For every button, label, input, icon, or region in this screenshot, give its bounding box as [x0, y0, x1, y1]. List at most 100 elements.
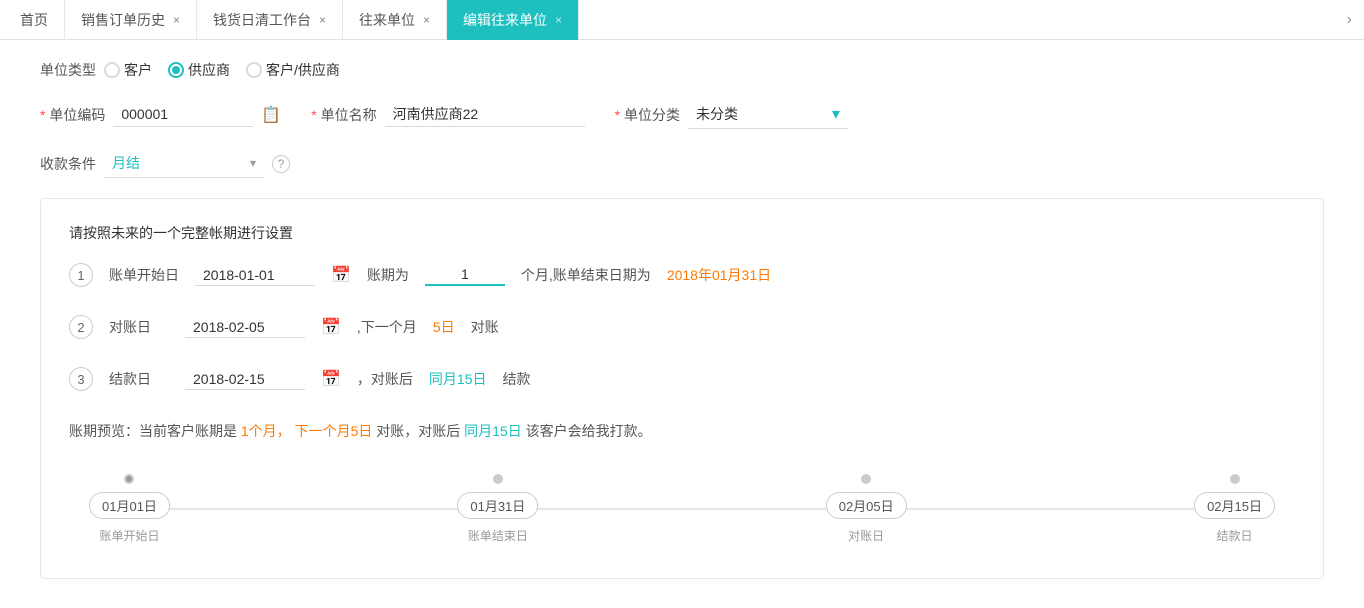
tl-dot-1: [124, 474, 134, 484]
tab-edit-related-unit[interactable]: 编辑往来单位 ×: [447, 0, 579, 40]
tab-home[interactable]: 首页: [0, 0, 65, 40]
radio-both-circle: [246, 62, 262, 78]
step-row-1: 1 账单开始日 2018-01-01 📅 账期为 个月,账单结束日期为 2018…: [69, 263, 1295, 287]
preview-suffix: 该客户会给我打款。: [526, 423, 652, 439]
step-row-2: 2 对账日 2018-02-05 📅 ,下一个月 5日 对账: [69, 315, 1295, 339]
step-number-1: 1: [69, 263, 93, 287]
step-row-3: 3 结款日 2018-02-15 📅 ，对账后 同月15日 结款: [69, 367, 1295, 391]
preview-text: 账期预览：当前客户账期是 1个月， 下一个月5日 对账，对账后 同月15日 该客…: [69, 419, 1295, 444]
tl-dot-3: [861, 474, 871, 484]
tab-cash-daily-close[interactable]: ×: [319, 13, 326, 27]
unit-code-input[interactable]: [113, 102, 253, 127]
tab-related-unit-label: 往来单位: [359, 10, 415, 30]
step-period-unit: 个月,账单结束日期为: [521, 265, 651, 285]
tl-badge-2: 01月31日: [457, 492, 538, 519]
timeline-point-2: 01月31日 账单结束日: [457, 474, 538, 544]
tab-edit-related-unit-close[interactable]: ×: [555, 13, 562, 27]
step-date-3: 2018-02-15: [185, 369, 305, 390]
unit-code-doc-icon[interactable]: 📋: [261, 105, 281, 125]
step-2-prefix: ,下一个月: [357, 317, 417, 337]
settings-card: 请按照未来的一个完整帐期进行设置 1 账单开始日 2018-01-01 📅 账期…: [40, 198, 1324, 579]
unit-code-group: 单位编码 📋: [40, 102, 281, 127]
step-date-1: 2018-01-01: [195, 265, 315, 286]
unit-class-group: 单位分类 未分类 ▾: [615, 100, 848, 129]
tab-home-label: 首页: [20, 10, 48, 30]
tab-related-unit-close[interactable]: ×: [423, 13, 430, 27]
preview-part2: 下一个月5日: [295, 423, 373, 439]
tl-badge-1: 01月01日: [89, 492, 170, 519]
main-content: 单位类型 客户 供应商 客户/供应商 单位编码 📋: [0, 40, 1364, 608]
unit-class-value: 未分类: [696, 104, 832, 124]
step-label-1: 账单开始日: [109, 265, 179, 285]
timeline-point-3: 02月05日 对账日: [826, 474, 907, 544]
card-title: 请按照未来的一个完整帐期进行设置: [69, 223, 1295, 243]
payment-terms-row: 收款条件 月结 ▾ ?: [40, 149, 1324, 178]
radio-customer[interactable]: 客户: [104, 60, 152, 80]
step-2-after: 对账: [471, 317, 499, 337]
payment-terms-label: 收款条件: [40, 154, 96, 174]
step-number-2: 2: [69, 315, 93, 339]
unit-type-row: 单位类型 客户 供应商 客户/供应商: [40, 60, 1324, 80]
period-input[interactable]: [425, 264, 505, 286]
step-number-3: 3: [69, 367, 93, 391]
timeline-wrapper: 01月01日 账单开始日 01月31日 账单结束日 02月05日 对账日: [69, 464, 1295, 554]
payment-terms-help-icon[interactable]: ?: [272, 155, 290, 173]
tab-sales-history-close[interactable]: ×: [173, 13, 180, 27]
tl-dot-2: [493, 474, 503, 484]
payment-terms-arrow-icon: ▾: [250, 156, 256, 170]
step-2-highlight: 5日: [433, 317, 455, 337]
step-3-prefix: ，对账后: [357, 369, 413, 389]
step-period-end: 2018年01月31日: [667, 265, 771, 285]
radio-group: 客户 供应商 客户/供应商: [104, 60, 340, 80]
tab-edit-related-unit-label: 编辑往来单位: [463, 10, 547, 30]
preview-part1: 1个月，: [241, 423, 291, 439]
step-label-3: 结款日: [109, 369, 169, 389]
tab-bar: 首页 销售订单历史 × 钱货日清工作台 × 往来单位 × 编辑往来单位 × ›: [0, 0, 1364, 40]
radio-both[interactable]: 客户/供应商: [246, 60, 340, 80]
tab-more-arrow[interactable]: ›: [1335, 11, 1364, 29]
radio-supplier-circle: [168, 62, 184, 78]
tl-badge-4: 02月15日: [1194, 492, 1275, 519]
timeline-points: 01月01日 账单开始日 01月31日 账单结束日 02月05日 对账日: [89, 474, 1275, 544]
step-date-2: 2018-02-05: [185, 317, 305, 338]
payment-terms-select[interactable]: 月结 ▾: [104, 149, 264, 178]
calendar-icon-3[interactable]: 📅: [321, 369, 341, 389]
calendar-icon-1[interactable]: 📅: [331, 265, 351, 285]
unit-info-row: 单位编码 📋 单位名称 单位分类 未分类 ▾: [40, 100, 1324, 129]
unit-name-group: 单位名称: [311, 102, 584, 127]
tab-cash-daily-label: 钱货日清工作台: [213, 10, 311, 30]
unit-name-label: 单位名称: [311, 105, 376, 125]
unit-class-label: 单位分类: [615, 105, 680, 125]
step-period-label: 账期为: [367, 265, 409, 285]
calendar-icon-2[interactable]: 📅: [321, 317, 341, 337]
radio-customer-circle: [104, 62, 120, 78]
unit-type-group: 单位类型 客户 供应商 客户/供应商: [40, 60, 340, 80]
radio-supplier-label: 供应商: [188, 60, 230, 80]
tab-cash-daily[interactable]: 钱货日清工作台 ×: [197, 0, 343, 40]
preview-prefix: 账期预览：当前客户账期是: [69, 423, 237, 439]
preview-middle: 对账，对账后: [376, 423, 460, 439]
tl-label-3: 对账日: [848, 527, 884, 544]
tl-label-2: 账单结束日: [468, 527, 528, 544]
unit-name-input[interactable]: [385, 102, 585, 127]
step-3-after: 结款: [503, 369, 531, 389]
timeline-point-4: 02月15日 结款日: [1194, 474, 1275, 544]
radio-both-label: 客户/供应商: [266, 60, 340, 80]
timeline-point-1: 01月01日 账单开始日: [89, 474, 170, 544]
tab-related-unit[interactable]: 往来单位 ×: [343, 0, 447, 40]
unit-code-label: 单位编码: [40, 105, 105, 125]
step-label-2: 对账日: [109, 317, 169, 337]
tl-label-1: 账单开始日: [99, 527, 159, 544]
unit-class-select[interactable]: 未分类 ▾: [688, 100, 848, 129]
payment-terms-value: 月结: [112, 153, 140, 173]
radio-supplier[interactable]: 供应商: [168, 60, 230, 80]
tab-sales-history[interactable]: 销售订单历史 ×: [65, 0, 197, 40]
tl-badge-3: 02月05日: [826, 492, 907, 519]
step-3-highlight: 同月15日: [429, 369, 487, 389]
preview-part3: 同月15日: [464, 423, 522, 439]
tab-sales-history-label: 销售订单历史: [81, 10, 165, 30]
tl-dot-4: [1230, 474, 1240, 484]
unit-class-arrow-icon: ▾: [832, 104, 840, 124]
payment-terms-group: 收款条件 月结 ▾ ?: [40, 149, 290, 178]
tl-label-4: 结款日: [1217, 527, 1253, 544]
